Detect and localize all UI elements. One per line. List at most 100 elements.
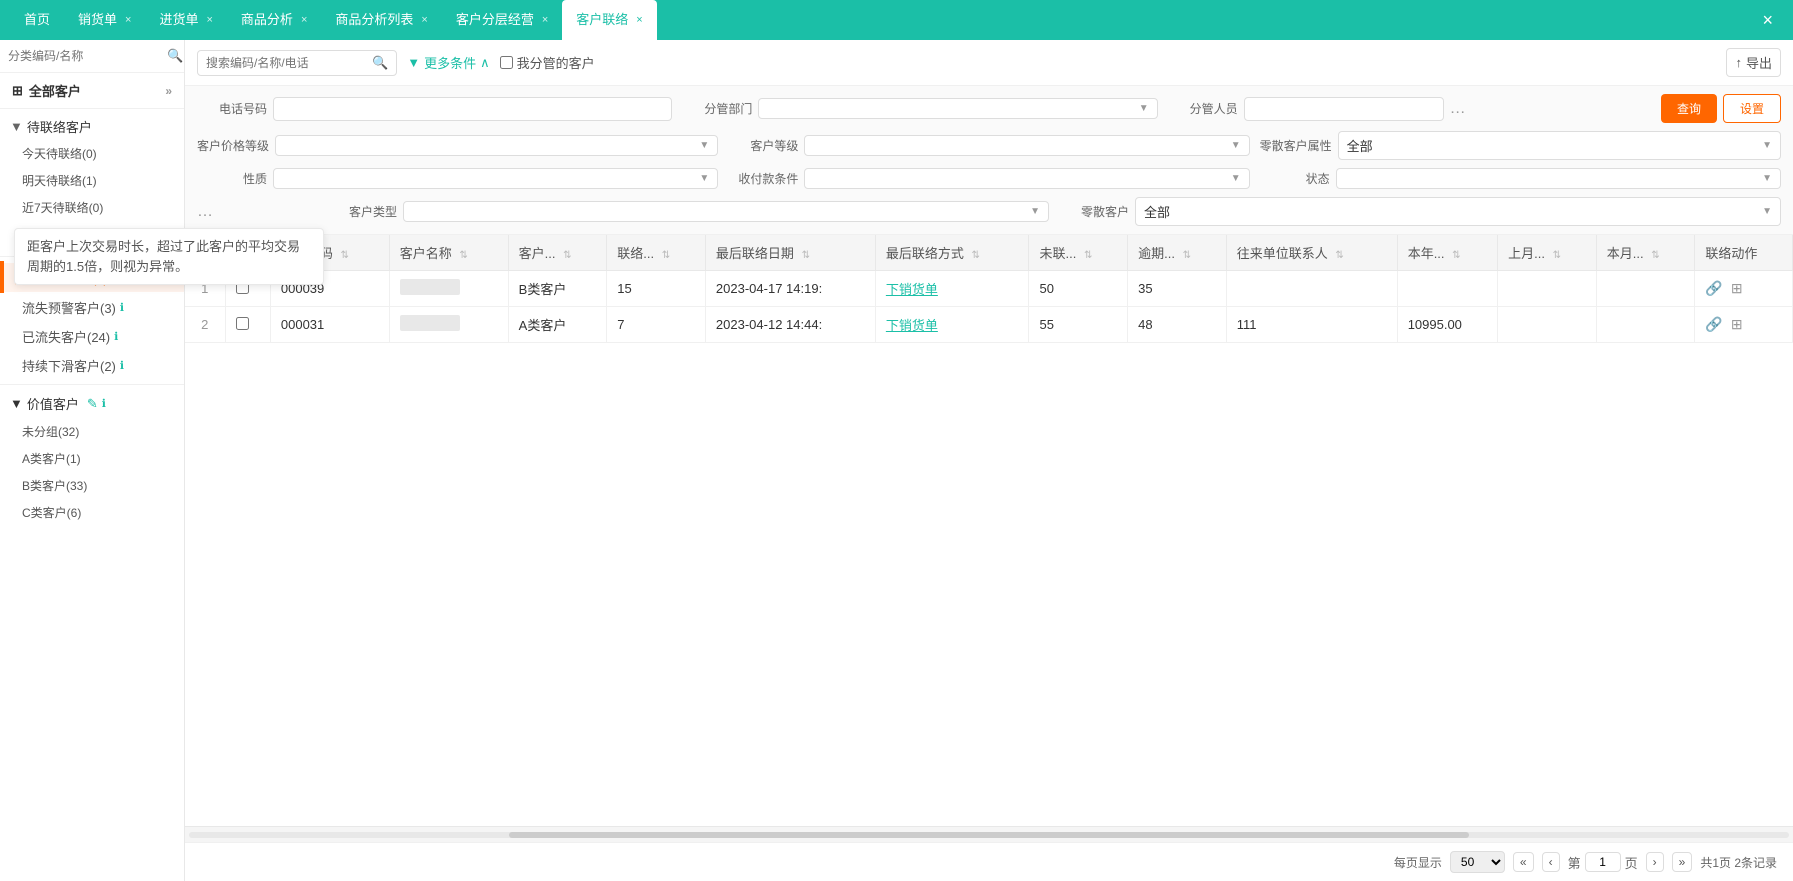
- manager-dots-icon[interactable]: …: [1450, 100, 1466, 118]
- chevron-down-status: ▼: [1762, 173, 1772, 184]
- col-unit-contact[interactable]: 往来单位联系人 ⇅: [1226, 235, 1397, 271]
- row1-name-blur: [400, 279, 460, 295]
- col-last-contact-method[interactable]: 最后联络方式 ⇅: [875, 235, 1029, 271]
- nav-product-analysis-list[interactable]: 商品分析列表 ×: [321, 0, 441, 40]
- row1-grid-icon[interactable]: ⊞: [1731, 280, 1743, 297]
- window-close-button[interactable]: ×: [1752, 10, 1783, 31]
- sidebar-search-input[interactable]: [8, 49, 163, 63]
- row2-action: 🔗 ⊞: [1695, 307, 1793, 343]
- nature-select[interactable]: ▼: [273, 168, 718, 189]
- more-conditions-button[interactable]: ▼ 更多条件 ∧: [407, 53, 489, 72]
- horizontal-scrollbar[interactable]: [185, 826, 1793, 842]
- sidebar-item-class-a[interactable]: A类客户(1): [0, 445, 184, 472]
- row2-grid-icon[interactable]: ⊞: [1731, 316, 1743, 333]
- settings-button[interactable]: 设置: [1723, 94, 1781, 123]
- row1-action: 🔗 ⊞: [1695, 271, 1793, 307]
- nav-home[interactable]: 首页: [10, 0, 64, 40]
- query-button[interactable]: 查询: [1661, 94, 1717, 123]
- close-customer-contact-icon[interactable]: ×: [636, 0, 642, 40]
- sidebar-item-ungrouped[interactable]: 未分组(32): [0, 418, 184, 445]
- first-page-button[interactable]: «: [1513, 852, 1534, 872]
- next-page-button[interactable]: ›: [1646, 852, 1664, 872]
- status-select[interactable]: ▼: [1336, 168, 1781, 189]
- sidebar-search-bar: 🔍: [0, 40, 184, 73]
- dept-select[interactable]: ▼: [758, 98, 1157, 119]
- sidebar-item-declining[interactable]: 持续下滑客户(2) ℹ: [0, 351, 184, 380]
- customer-level-select[interactable]: ▼: [804, 135, 1249, 156]
- phone-input[interactable]: [273, 97, 672, 121]
- main-layout: 🔍 ⊞ 全部客户 » ▼ 待联络客户 今天待联络(0) 明天待联络(1) 近7天…: [0, 40, 1793, 881]
- nav-customer-contact[interactable]: 客户联络 ×: [562, 0, 656, 40]
- nav-sales-order[interactable]: 销货单 ×: [64, 0, 145, 40]
- repurchase-tooltip: 距客户上次交易时长，超过了此客户的平均交易周期的1.5倍，则视为异常。: [14, 228, 324, 285]
- chevron-down-nature: ▼: [699, 173, 709, 184]
- nav-purchase-order[interactable]: 进货单 ×: [145, 0, 226, 40]
- sort-year-icon: ⇅: [1452, 250, 1460, 261]
- sidebar-item-today[interactable]: 今天待联络(0): [0, 140, 184, 167]
- info-icon-lost: ℹ: [114, 330, 118, 343]
- price-level-select[interactable]: ▼: [275, 135, 718, 156]
- retail-customer-select[interactable]: 全部 ▼: [1135, 197, 1781, 226]
- row2-checkbox[interactable]: [236, 317, 249, 330]
- sidebar-pending-contact-title[interactable]: ▼ 待联络客户: [0, 113, 184, 140]
- row1-name: [389, 271, 508, 307]
- row1-link-icon[interactable]: 🔗: [1705, 280, 1722, 297]
- search-input[interactable]: [206, 56, 366, 70]
- page-number-input[interactable]: [1585, 852, 1621, 872]
- customer-type-select[interactable]: ▼: [403, 201, 1049, 222]
- row2-level: A类客户: [508, 307, 607, 343]
- sidebar-collapse-icon[interactable]: »: [165, 84, 172, 98]
- col-this-month[interactable]: 本月... ⇅: [1596, 235, 1695, 271]
- row1-last-method[interactable]: 下销货单: [875, 271, 1029, 307]
- sidebar-item-tomorrow[interactable]: 明天待联络(1): [0, 167, 184, 194]
- sort-contact-icon: ⇅: [662, 250, 670, 261]
- table-header-row: ⚙ 客户编码 ⇅ 客户名称 ⇅: [185, 235, 1793, 271]
- col-this-year[interactable]: 本年... ⇅: [1397, 235, 1497, 271]
- sidebar-item-lost-customers[interactable]: 已流失客户(24) ℹ: [0, 322, 184, 351]
- sidebar-item-class-b[interactable]: B类客户(33): [0, 472, 184, 499]
- per-page-select[interactable]: 50 20 100: [1450, 851, 1505, 873]
- sidebar: 🔍 ⊞ 全部客户 » ▼ 待联络客户 今天待联络(0) 明天待联络(1) 近7天…: [0, 40, 185, 881]
- sidebar-item-7days[interactable]: 近7天待联络(0): [0, 194, 184, 221]
- filter-customer-level: 客户等级 ▼: [728, 135, 1249, 156]
- close-purchase-order-icon[interactable]: ×: [206, 0, 212, 40]
- last-page-button[interactable]: »: [1672, 852, 1693, 872]
- col-uncontacted[interactable]: 未联... ⇅: [1029, 235, 1128, 271]
- close-product-analysis-icon[interactable]: ×: [301, 0, 307, 40]
- col-overdue[interactable]: 逾期... ⇅: [1128, 235, 1227, 271]
- payment-select[interactable]: ▼: [804, 168, 1249, 189]
- sidebar-item-loss-warning[interactable]: 流失预警客户(3) ℹ: [0, 293, 184, 322]
- col-contact[interactable]: 联络... ⇅: [607, 235, 706, 271]
- export-button[interactable]: ↑ 导出: [1726, 48, 1781, 77]
- grid-icon: ⊞: [12, 83, 23, 99]
- row2-last-method[interactable]: 下销货单: [875, 307, 1029, 343]
- edit-group-icon[interactable]: ✎: [87, 396, 98, 412]
- more-filters-dots[interactable]: …: [197, 203, 213, 221]
- manager-input[interactable]: [1244, 97, 1444, 121]
- row2-this-month: [1596, 307, 1695, 343]
- col-level[interactable]: 客户... ⇅: [508, 235, 607, 271]
- close-customer-segment-icon[interactable]: ×: [542, 0, 548, 40]
- sort-code-icon: ⇅: [341, 250, 349, 261]
- row2-contact: 7: [607, 307, 706, 343]
- nav-product-analysis[interactable]: 商品分析 ×: [227, 0, 321, 40]
- row1-level: B类客户: [508, 271, 607, 307]
- prev-page-button[interactable]: ‹: [1542, 852, 1560, 872]
- sidebar-value-customer-group[interactable]: ▼ 价值客户 ✎ ℹ: [0, 389, 184, 418]
- customer-table: ⚙ 客户编码 ⇅ 客户名称 ⇅: [185, 235, 1793, 343]
- sidebar-all-customers[interactable]: ⊞ 全部客户 »: [0, 73, 184, 109]
- retail-attr-select[interactable]: 全部 ▼: [1338, 131, 1781, 160]
- search-bar-icon[interactable]: 🔍: [372, 55, 388, 71]
- close-sales-order-icon[interactable]: ×: [125, 0, 131, 40]
- my-customers-checkbox[interactable]: [500, 56, 513, 69]
- sidebar-search-icon[interactable]: 🔍: [167, 48, 183, 64]
- col-last-month[interactable]: 上月... ⇅: [1498, 235, 1597, 271]
- filter-row-2: 客户价格等级 ▼ 客户等级 ▼ 零散客户属性 全部: [197, 131, 1781, 160]
- filter-payment: 收付款条件 ▼: [728, 168, 1249, 189]
- nav-customer-segment[interactable]: 客户分层经营 ×: [442, 0, 562, 40]
- col-last-contact-date[interactable]: 最后联络日期 ⇅: [705, 235, 875, 271]
- col-name[interactable]: 客户名称 ⇅: [389, 235, 508, 271]
- sidebar-item-class-c[interactable]: C类客户(6): [0, 499, 184, 526]
- row2-link-icon[interactable]: 🔗: [1705, 316, 1722, 333]
- close-product-analysis-list-icon[interactable]: ×: [421, 0, 427, 40]
